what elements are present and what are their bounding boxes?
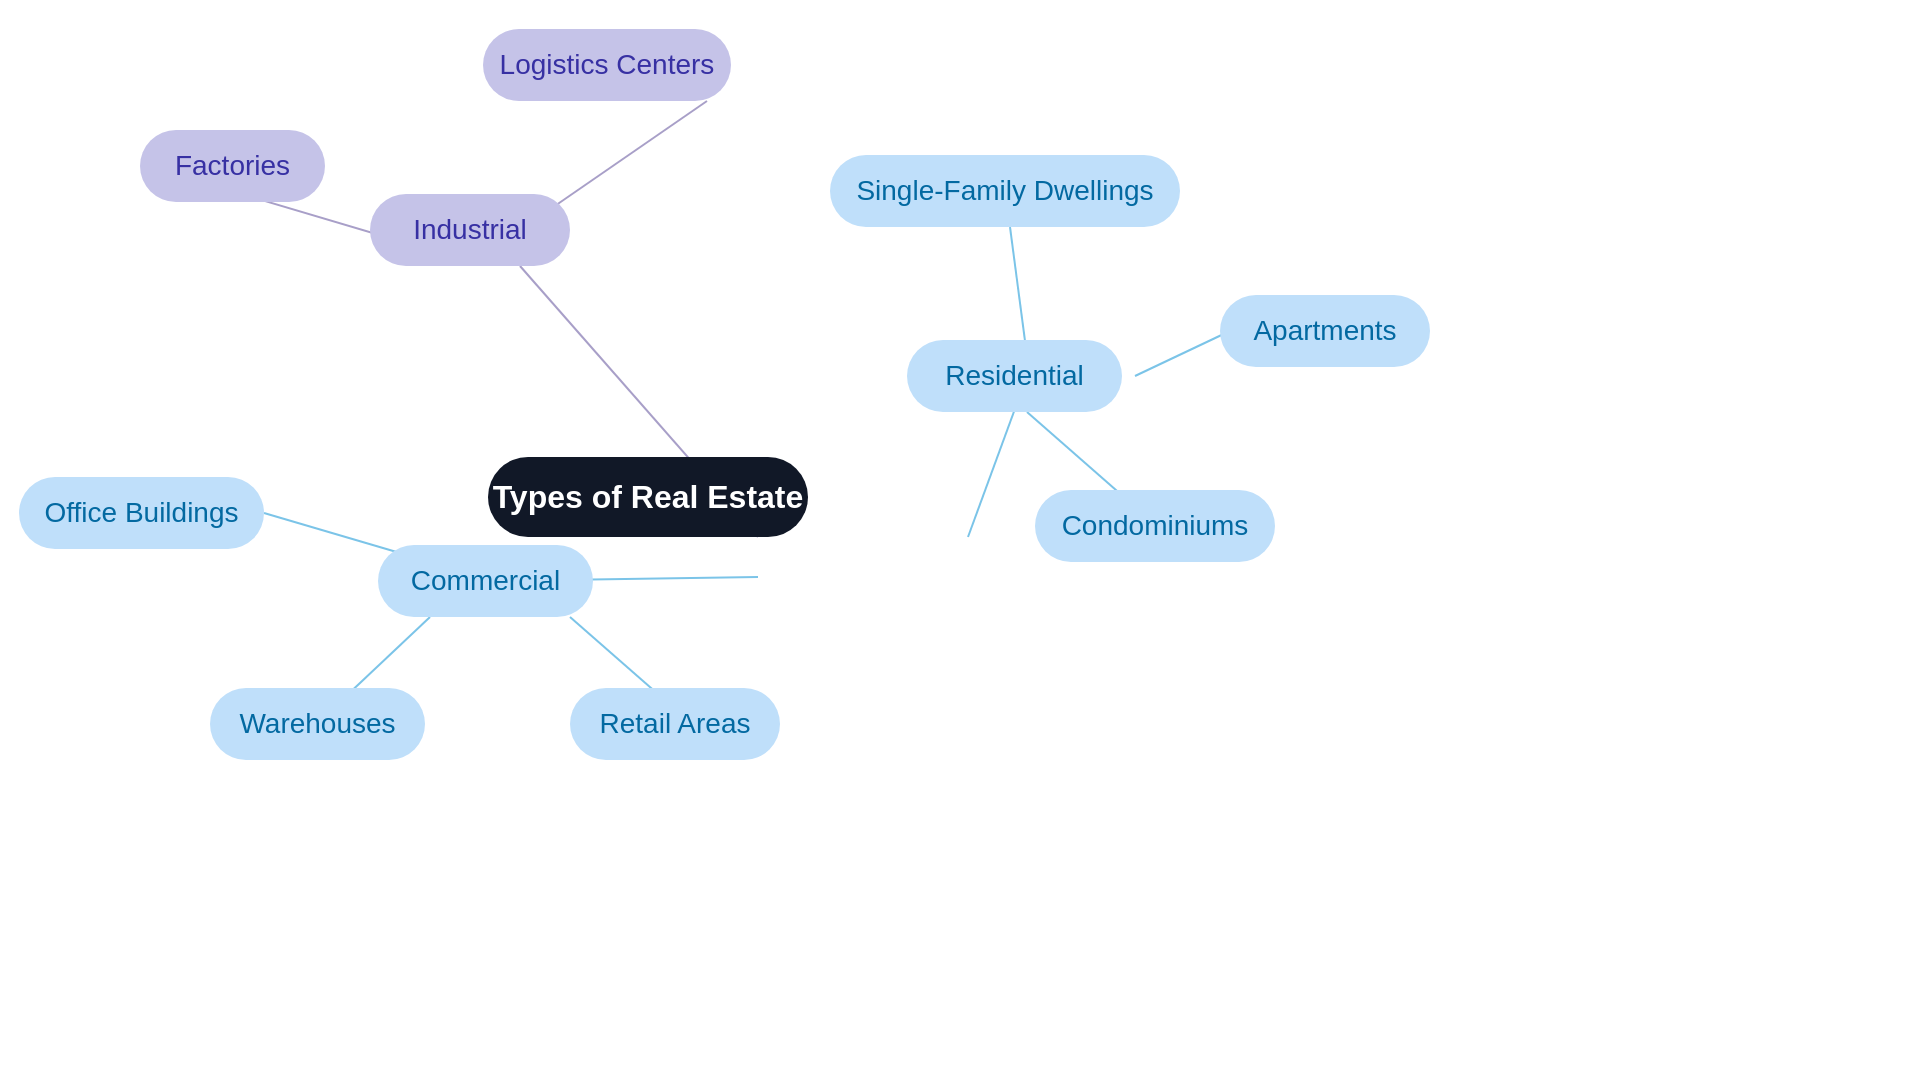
- retail-areas-node[interactable]: Retail Areas: [570, 688, 780, 760]
- center-node[interactable]: Types of Real Estate: [488, 457, 808, 537]
- industrial-label: Industrial: [413, 214, 527, 246]
- single-family-label: Single-Family Dwellings: [856, 175, 1153, 207]
- residential-label: Residential: [945, 360, 1084, 392]
- commercial-node[interactable]: Commercial: [378, 545, 593, 617]
- svg-line-8: [264, 513, 400, 553]
- industrial-node[interactable]: Industrial: [370, 194, 570, 266]
- logistics-node[interactable]: Logistics Centers: [483, 29, 731, 101]
- factories-label: Factories: [175, 150, 290, 182]
- office-buildings-label: Office Buildings: [44, 497, 238, 529]
- residential-node[interactable]: Residential: [907, 340, 1122, 412]
- condominiums-node[interactable]: Condominiums: [1035, 490, 1275, 562]
- retail-areas-label: Retail Areas: [600, 708, 751, 740]
- svg-line-5: [1135, 331, 1230, 376]
- condominiums-label: Condominiums: [1062, 510, 1249, 542]
- apartments-label: Apartments: [1253, 315, 1396, 347]
- logistics-label: Logistics Centers: [500, 49, 715, 81]
- center-label: Types of Real Estate: [493, 479, 804, 516]
- office-buildings-node[interactable]: Office Buildings: [19, 477, 264, 549]
- commercial-label: Commercial: [411, 565, 560, 597]
- apartments-node[interactable]: Apartments: [1220, 295, 1430, 367]
- factories-node[interactable]: Factories: [140, 130, 325, 202]
- svg-line-4: [1010, 227, 1027, 356]
- warehouses-label: Warehouses: [239, 708, 395, 740]
- warehouses-node[interactable]: Warehouses: [210, 688, 425, 760]
- single-family-node[interactable]: Single-Family Dwellings: [830, 155, 1180, 227]
